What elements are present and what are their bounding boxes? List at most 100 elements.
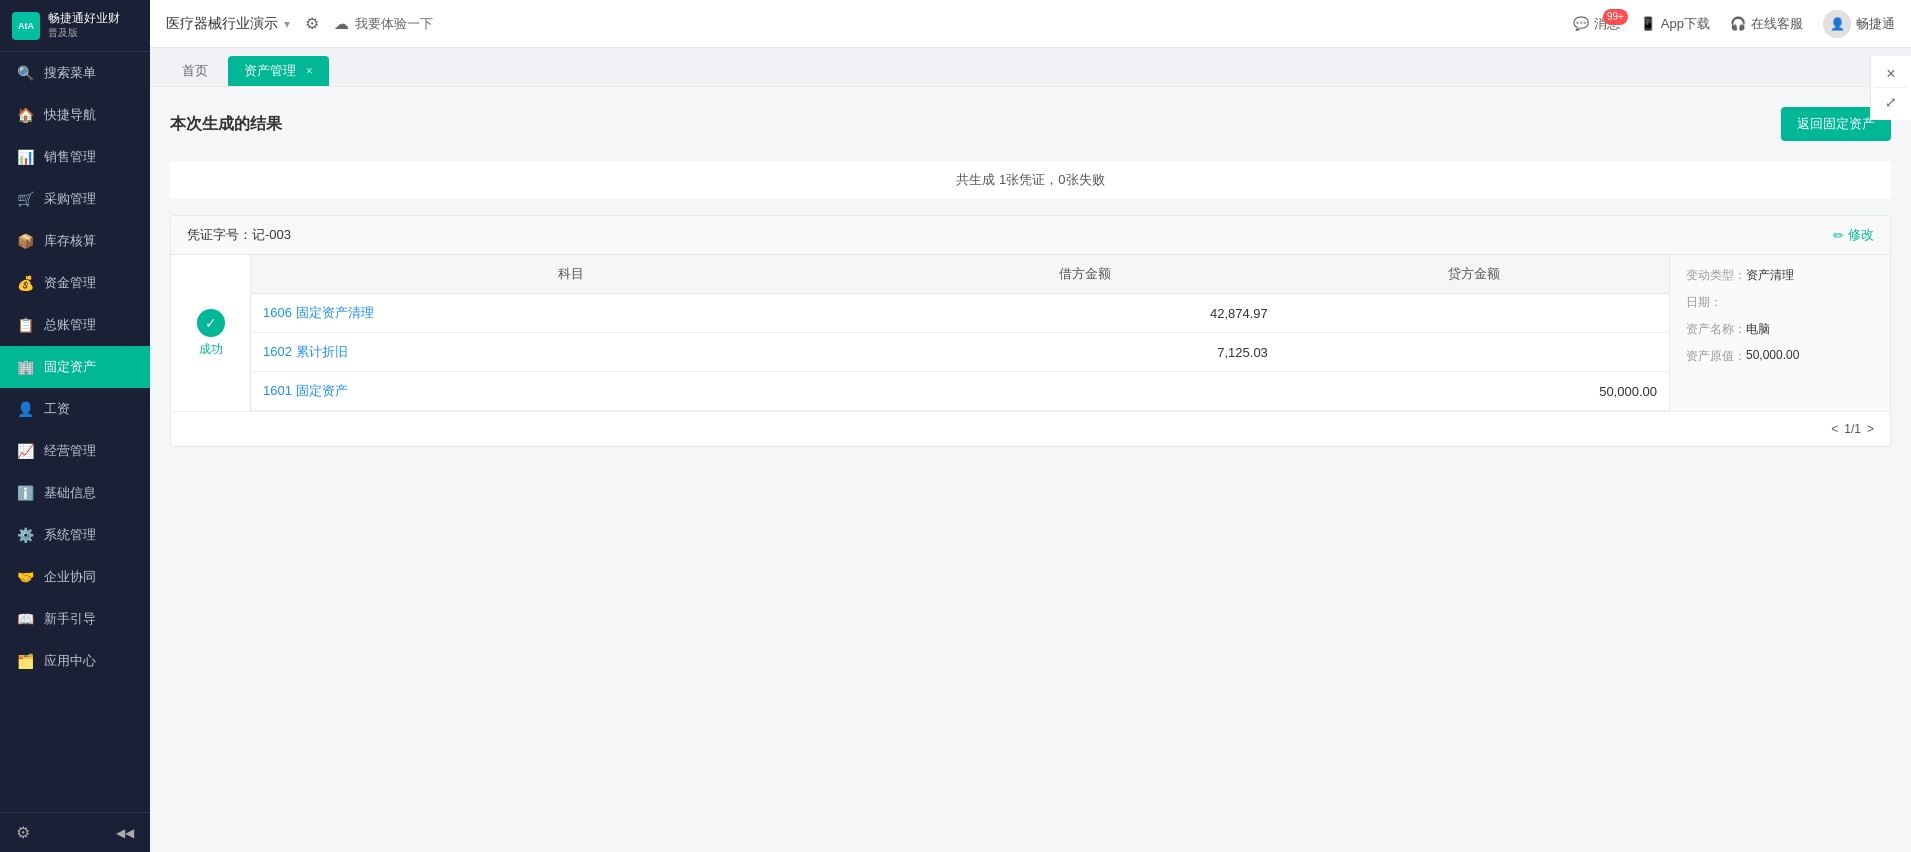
sidebar-label-search: 搜索菜单 (44, 64, 96, 82)
tab-home[interactable]: 首页 (166, 56, 224, 86)
app-version: 普及版 (48, 26, 120, 40)
voucher-table: 科目 借方金额 贷方金额 1606 固定资产清理 42,874.97 1602 … (251, 255, 1670, 411)
tab-bar: 首页 资产管理 × (150, 48, 1911, 87)
expand-panel-button[interactable]: ⤢ (1875, 88, 1907, 116)
sidebar-item-search[interactable]: 🔍 搜索菜单 (0, 52, 150, 94)
settings-icon[interactable]: ⚙ (16, 823, 30, 842)
basic-info-icon: ℹ️ (16, 484, 34, 502)
customer-service-label: 在线客服 (1751, 15, 1803, 33)
cell-debit-1: 7,125.03 (891, 333, 1280, 372)
header-right: 💬 消息 99+ 📱 App下载 🎧 在线客服 👤 畅捷通 (1573, 10, 1895, 38)
ledger-icon: 📋 (16, 316, 34, 334)
cell-subject-1: 1602 累计折旧 (251, 333, 891, 372)
success-indicator: ✓ 成功 (197, 309, 225, 358)
purchase-icon: 🛒 (16, 190, 34, 208)
edit-icon: ✏ (1833, 228, 1844, 243)
app-name: 畅捷通好业财 (48, 11, 120, 27)
sidebar-item-operations[interactable]: 📈 经营管理 (0, 430, 150, 472)
sidebar: AtA 畅捷通好业财 普及版 🔍 搜索菜单 🏠快捷导航📊销售管理🛒采购管理 📦 库存核算… (0, 0, 150, 852)
fixed-assets-icon: 🏢 (16, 358, 34, 376)
summary-bar: 共生成 1张凭证，0张失败 (170, 161, 1891, 199)
guide-icon: 📖 (16, 610, 34, 628)
sidebar-label-inventory: 库存核算 (44, 232, 96, 250)
next-page-button[interactable]: > (1867, 422, 1874, 436)
asset-name-value: 电脑 (1746, 321, 1770, 338)
notifications-badge: 99+ (1603, 9, 1628, 25)
notifications-button[interactable]: 💬 消息 99+ (1573, 15, 1620, 33)
collapse-icon[interactable]: ◀◀ (116, 826, 134, 840)
cell-credit-0 (1280, 294, 1669, 333)
customer-service-button[interactable]: 🎧 在线客服 (1730, 15, 1803, 33)
sidebar-item-fixed-assets[interactable]: 🏢 固定资产 (0, 346, 150, 388)
sidebar-bottom-bar: ⚙ ◀◀ (0, 812, 150, 852)
top-header: 医疗器械行业演示 ▾ ⚙ ☁ 我要体验一下 💬 消息 99+ 📱 App下载 🎧… (150, 0, 1911, 48)
sidebar-item-ledger[interactable]: 📋 总账管理 (0, 304, 150, 346)
sidebar-item-sales[interactable]: 📊销售管理 (0, 136, 150, 178)
sales-icon: 📊 (16, 148, 34, 166)
app-download-button[interactable]: 📱 App下载 (1640, 15, 1710, 33)
edit-label: 修改 (1848, 226, 1874, 244)
cell-subject-2: 1601 固定资产 (251, 372, 891, 411)
sidebar-item-inventory[interactable]: 📦 库存核算 (0, 220, 150, 262)
window-controls: × ⤢ (1870, 56, 1911, 120)
voucher-body: ✓ 成功 科目 借方金额 贷方金额 (171, 255, 1890, 411)
phone-icon: 📱 (1640, 16, 1656, 31)
tab-asset-mgmt[interactable]: 资产管理 × (228, 56, 329, 86)
sidebar-label-basic-info: 基础信息 (44, 484, 96, 502)
user-profile[interactable]: 👤 畅捷通 (1823, 10, 1895, 38)
sidebar-label-system: 系统管理 (44, 526, 96, 544)
prev-page-button[interactable]: < (1831, 422, 1838, 436)
tab-close-icon[interactable]: × (306, 64, 313, 78)
page-title: 本次生成的结果 (170, 114, 282, 135)
sidebar-label-quick-nav: 快捷导航 (44, 106, 96, 124)
success-label: 成功 (199, 341, 223, 358)
table-row: 1601 固定资产 50,000.00 (251, 372, 1669, 411)
cloud-icon: ☁ (334, 15, 349, 33)
headset-icon: 🎧 (1730, 16, 1746, 31)
app-logo: AtA 畅捷通好业财 普及版 (0, 0, 150, 52)
summary-text: 共生成 1张凭证，0张失败 (956, 172, 1104, 187)
sidebar-label-operations: 经营管理 (44, 442, 96, 460)
operations-icon: 📈 (16, 442, 34, 460)
sidebar-item-basic-info[interactable]: ℹ️ 基础信息 (0, 472, 150, 514)
settings-button[interactable]: ⚙ (298, 10, 326, 38)
sidebar-label-guide: 新手引导 (44, 610, 96, 628)
sidebar-item-payroll[interactable]: 👤工资 (0, 388, 150, 430)
edit-voucher-button[interactable]: ✏ 修改 (1833, 226, 1874, 244)
sidebar-item-purchase[interactable]: 🛒采购管理 (0, 178, 150, 220)
sidebar-item-enterprise[interactable]: 🤝企业协同 (0, 556, 150, 598)
company-selector[interactable]: 医疗器械行业演示 ▾ (166, 15, 290, 33)
side-info-change-type: 变动类型： 资产清理 (1686, 267, 1874, 284)
sidebar-item-quick-nav[interactable]: 🏠快捷导航 (0, 94, 150, 136)
original-value-label: 资产原值： (1686, 348, 1746, 365)
app-download-label: App下载 (1661, 15, 1710, 33)
sidebar-label-ledger: 总账管理 (44, 316, 96, 334)
experience-button[interactable]: ☁ 我要体验一下 (334, 15, 433, 33)
sidebar-item-guide[interactable]: 📖 新手引导 (0, 598, 150, 640)
header-left: 医疗器械行业演示 ▾ ⚙ ☁ 我要体验一下 (166, 10, 433, 38)
content-area: 本次生成的结果 返回固定资产 共生成 1张凭证，0张失败 凭证字号：记-003 … (150, 87, 1911, 852)
col-header-debit: 借方金额 (891, 255, 1280, 294)
sidebar-label-fixed-assets: 固定资产 (44, 358, 96, 376)
date-label: 日期： (1686, 294, 1746, 311)
tab-home-label: 首页 (182, 63, 208, 78)
cell-debit-0: 42,874.97 (891, 294, 1280, 333)
change-type-value: 资产清理 (1746, 267, 1794, 284)
sidebar-item-app-center[interactable]: 🗂️应用中心 (0, 640, 150, 682)
sidebar-item-fund[interactable]: 💰资金管理 (0, 262, 150, 304)
inventory-icon: 📦 (16, 232, 34, 250)
success-status-cell: ✓ 成功 (171, 255, 251, 411)
logo-icon: AtA (12, 12, 40, 40)
avatar: 👤 (1823, 10, 1851, 38)
pagination: < 1/1 > (171, 411, 1890, 446)
sidebar-label-fund: 资金管理 (44, 274, 96, 292)
success-circle-icon: ✓ (197, 309, 225, 337)
side-info-asset-name: 资产名称： 电脑 (1686, 321, 1874, 338)
search-icon: 🔍 (16, 64, 34, 82)
message-icon: 💬 (1573, 16, 1589, 31)
sidebar-nav: 🔍 搜索菜单 🏠快捷导航📊销售管理🛒采购管理 📦 库存核算 💰资金管理 📋 总账管理 🏢 固定资产… (0, 52, 150, 812)
voucher-header: 凭证字号：记-003 ✏ 修改 (171, 216, 1890, 255)
voucher-number: 凭证字号：记-003 (187, 226, 291, 244)
sidebar-item-system[interactable]: ⚙️系统管理 (0, 514, 150, 556)
close-panel-button[interactable]: × (1875, 60, 1907, 88)
